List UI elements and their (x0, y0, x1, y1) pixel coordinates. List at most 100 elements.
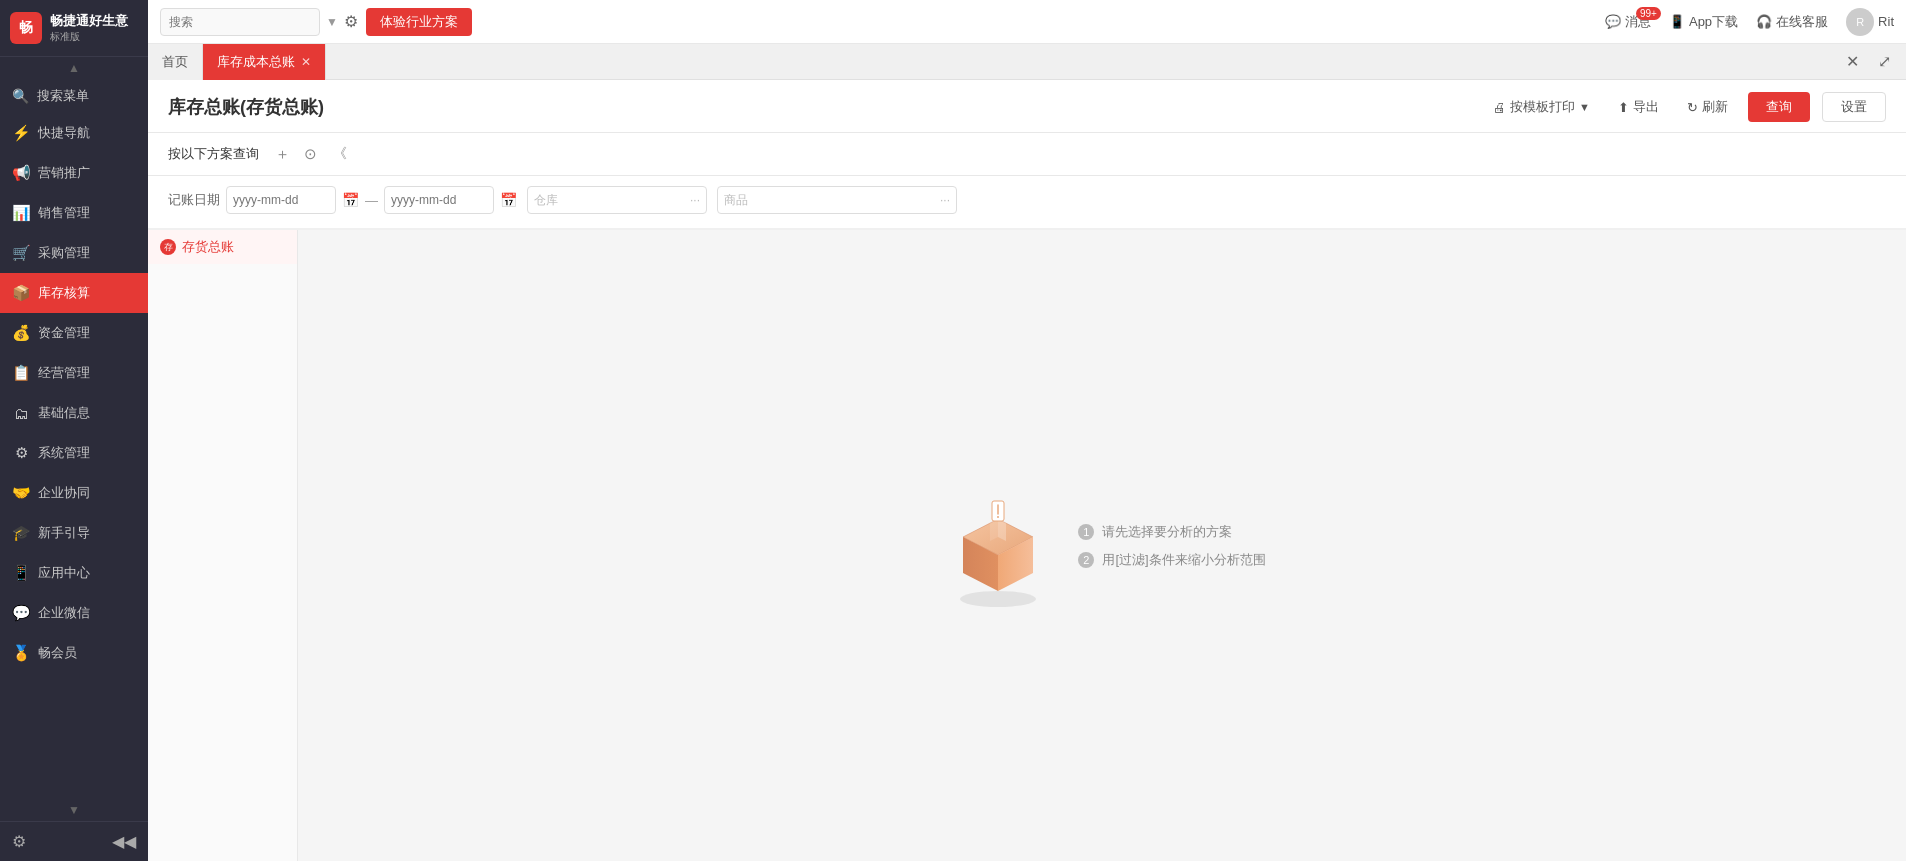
refresh-btn[interactable]: ↻ 刷新 (1679, 94, 1736, 120)
topbar-right: 💬 消息 99+ 📱 App下载 🎧 在线客服 R Rit (1605, 8, 1894, 36)
tab-home[interactable]: 首页 (148, 44, 203, 80)
svg-point-0 (960, 591, 1036, 607)
topbar-gear-icon[interactable]: ⚙ (344, 12, 358, 31)
sidebar-item-member[interactable]: 🏅 畅会员 (0, 633, 148, 673)
purchase-icon: 🛒 (12, 244, 30, 262)
sidebar-search[interactable]: 🔍 搜索菜单 (0, 79, 148, 113)
sidebar-item-wechat[interactable]: 💬 企业微信 (0, 593, 148, 633)
sidebar-item-cooperation[interactable]: 🤝 企业协同 (0, 473, 148, 513)
member-icon: 🏅 (12, 644, 30, 662)
filter-label: 按以下方案查询 (168, 145, 259, 163)
scheme-item-inventory-general[interactable]: 存 存货总账 (148, 230, 297, 264)
footer-settings-icon[interactable]: ⚙ (12, 832, 26, 851)
print-template-btn[interactable]: 🖨 按模板打印 ▼ (1485, 94, 1598, 120)
filter-form: 记账日期 📅 — 📅 仓库 ··· 商品 ··· (148, 176, 1906, 230)
topbar-search-area: ▼ ⚙ (160, 8, 358, 36)
hint-1: 1 请先选择要分析的方案 (1078, 523, 1265, 541)
sidebar-item-system[interactable]: ⚙ 系统管理 (0, 433, 148, 473)
filter-actions: ＋ ⊙ (271, 143, 321, 165)
logo-text: 畅捷通好生意 标准版 (50, 12, 128, 44)
messages-badge: 99+ (1636, 7, 1661, 20)
step1-badge: 1 (1078, 524, 1094, 540)
export-icon: ⬆ (1618, 100, 1629, 115)
date-end-input[interactable] (384, 186, 494, 214)
query-btn[interactable]: 查询 (1748, 92, 1810, 122)
date-end-calendar-icon[interactable]: 📅 (500, 192, 517, 208)
message-icon: 💬 (1605, 14, 1621, 29)
page-actions: 🖨 按模板打印 ▼ ⬆ 导出 ↻ 刷新 查询 设置 (1485, 92, 1886, 122)
filter-add-icon[interactable]: ＋ (271, 143, 293, 165)
empty-state: 1 请先选择要分析的方案 2 用[过滤]条件来缩小分析范围 (298, 230, 1906, 861)
sidebar-item-marketing[interactable]: 📢 营销推广 (0, 153, 148, 193)
warehouse-more-icon: ··· (690, 193, 700, 207)
topbar-dropdown-icon[interactable]: ▼ (326, 15, 338, 29)
sidebar-item-basic[interactable]: 🗂 基础信息 (0, 393, 148, 433)
svg-point-8 (997, 516, 999, 518)
topbar: ▼ ⚙ 体验行业方案 💬 消息 99+ 📱 App下载 🎧 在线客服 R (148, 0, 1906, 44)
hint-2: 2 用[过滤]条件来缩小分析范围 (1078, 551, 1265, 569)
settings-btn[interactable]: 设置 (1822, 92, 1886, 122)
app-download-icon: 📱 (1669, 14, 1685, 29)
tab-close-icon[interactable]: ✕ (301, 55, 311, 69)
tab-expand-btn[interactable]: ⤢ (1870, 48, 1898, 76)
sidebar-scroll-up[interactable]: ▲ (0, 57, 148, 79)
product-field[interactable]: 商品 ··· (717, 186, 957, 214)
sidebar-item-inventory[interactable]: 📦 库存核算 (0, 273, 148, 313)
logo-icon: 畅 (10, 12, 42, 44)
content-area: 库存总账(存货总账) 🖨 按模板打印 ▼ ⬆ 导出 ↻ 刷新 (148, 80, 1906, 861)
search-icon: 🔍 (12, 88, 29, 104)
refresh-icon: ↻ (1687, 100, 1698, 115)
step2-badge: 2 (1078, 552, 1094, 568)
sidebar-item-app-center[interactable]: 📱 应用中心 (0, 553, 148, 593)
page-title: 库存总账(存货总账) (168, 95, 324, 119)
sidebar-item-quick-nav[interactable]: ⚡ 快捷导航 (0, 113, 148, 153)
date-field: 记账日期 📅 — 📅 (168, 186, 517, 214)
empty-hints: 1 请先选择要分析的方案 2 用[过滤]条件来缩小分析范围 (1078, 523, 1265, 569)
operation-icon: 📋 (12, 364, 30, 382)
scheme-circle-icon: 存 (160, 239, 176, 255)
newbie-icon: 🎓 (12, 524, 30, 542)
sidebar-item-operation[interactable]: 📋 经营管理 (0, 353, 148, 393)
export-btn[interactable]: ⬆ 导出 (1610, 94, 1667, 120)
system-icon: ⚙ (12, 444, 30, 462)
topbar-industry-btn[interactable]: 体验行业方案 (366, 8, 472, 36)
scheme-panel: 存 存货总账 (148, 230, 298, 861)
topbar-user[interactable]: R Rit (1846, 8, 1894, 36)
warehouse-label: 仓库 (534, 192, 558, 209)
empty-illustration (938, 491, 1048, 601)
tab-right-btns: ✕ ⤢ (1838, 48, 1906, 76)
product-more-icon: ··· (940, 193, 950, 207)
sidebar: 畅 畅捷通好生意 标准版 ▲ 🔍 搜索菜单 ⚡ 快捷导航 📢 营销推广 📊 销售… (0, 0, 148, 861)
footer-collapse-icon[interactable]: ◀◀ (112, 832, 136, 851)
sidebar-item-sales[interactable]: 📊 销售管理 (0, 193, 148, 233)
basic-icon: 🗂 (12, 405, 30, 422)
print-dropdown-icon[interactable]: ▼ (1579, 101, 1590, 113)
date-start-calendar-icon[interactable]: 📅 (342, 192, 359, 208)
sidebar-item-finance[interactable]: 💰 资金管理 (0, 313, 148, 353)
date-start-input[interactable] (226, 186, 336, 214)
page-title-row: 库存总账(存货总账) 🖨 按模板打印 ▼ ⬆ 导出 ↻ 刷新 (168, 92, 1886, 132)
inventory-icon: 📦 (12, 284, 30, 302)
wechat-icon: 💬 (12, 604, 30, 622)
finance-icon: 💰 (12, 324, 30, 342)
filter-settings-icon[interactable]: ⊙ (299, 143, 321, 165)
avatar: R (1846, 8, 1874, 36)
sales-icon: 📊 (12, 204, 30, 222)
print-icon: 🖨 (1493, 100, 1506, 115)
sidebar-scroll-down[interactable]: ▼ (0, 799, 148, 821)
topbar-search-input[interactable] (160, 8, 320, 36)
topbar-app-download[interactable]: 📱 App下载 (1669, 13, 1738, 31)
page-header: 库存总账(存货总账) 🖨 按模板打印 ▼ ⬆ 导出 ↻ 刷新 (148, 80, 1906, 133)
service-icon: 🎧 (1756, 14, 1772, 29)
topbar-online-service[interactable]: 🎧 在线客服 (1756, 13, 1828, 31)
topbar-messages[interactable]: 💬 消息 99+ (1605, 13, 1651, 31)
product-label: 商品 (724, 192, 748, 209)
marketing-icon: 📢 (12, 164, 30, 182)
sidebar-item-purchase[interactable]: 🛒 采购管理 (0, 233, 148, 273)
filter-collapse-btn[interactable]: 《 (333, 145, 347, 163)
sidebar-item-newbie[interactable]: 🎓 新手引导 (0, 513, 148, 553)
tab-close-all-btn[interactable]: ✕ (1838, 48, 1866, 76)
tab-inventory-cost[interactable]: 库存成本总账 ✕ (203, 44, 326, 80)
cooperation-icon: 🤝 (12, 484, 30, 502)
warehouse-field[interactable]: 仓库 ··· (527, 186, 707, 214)
